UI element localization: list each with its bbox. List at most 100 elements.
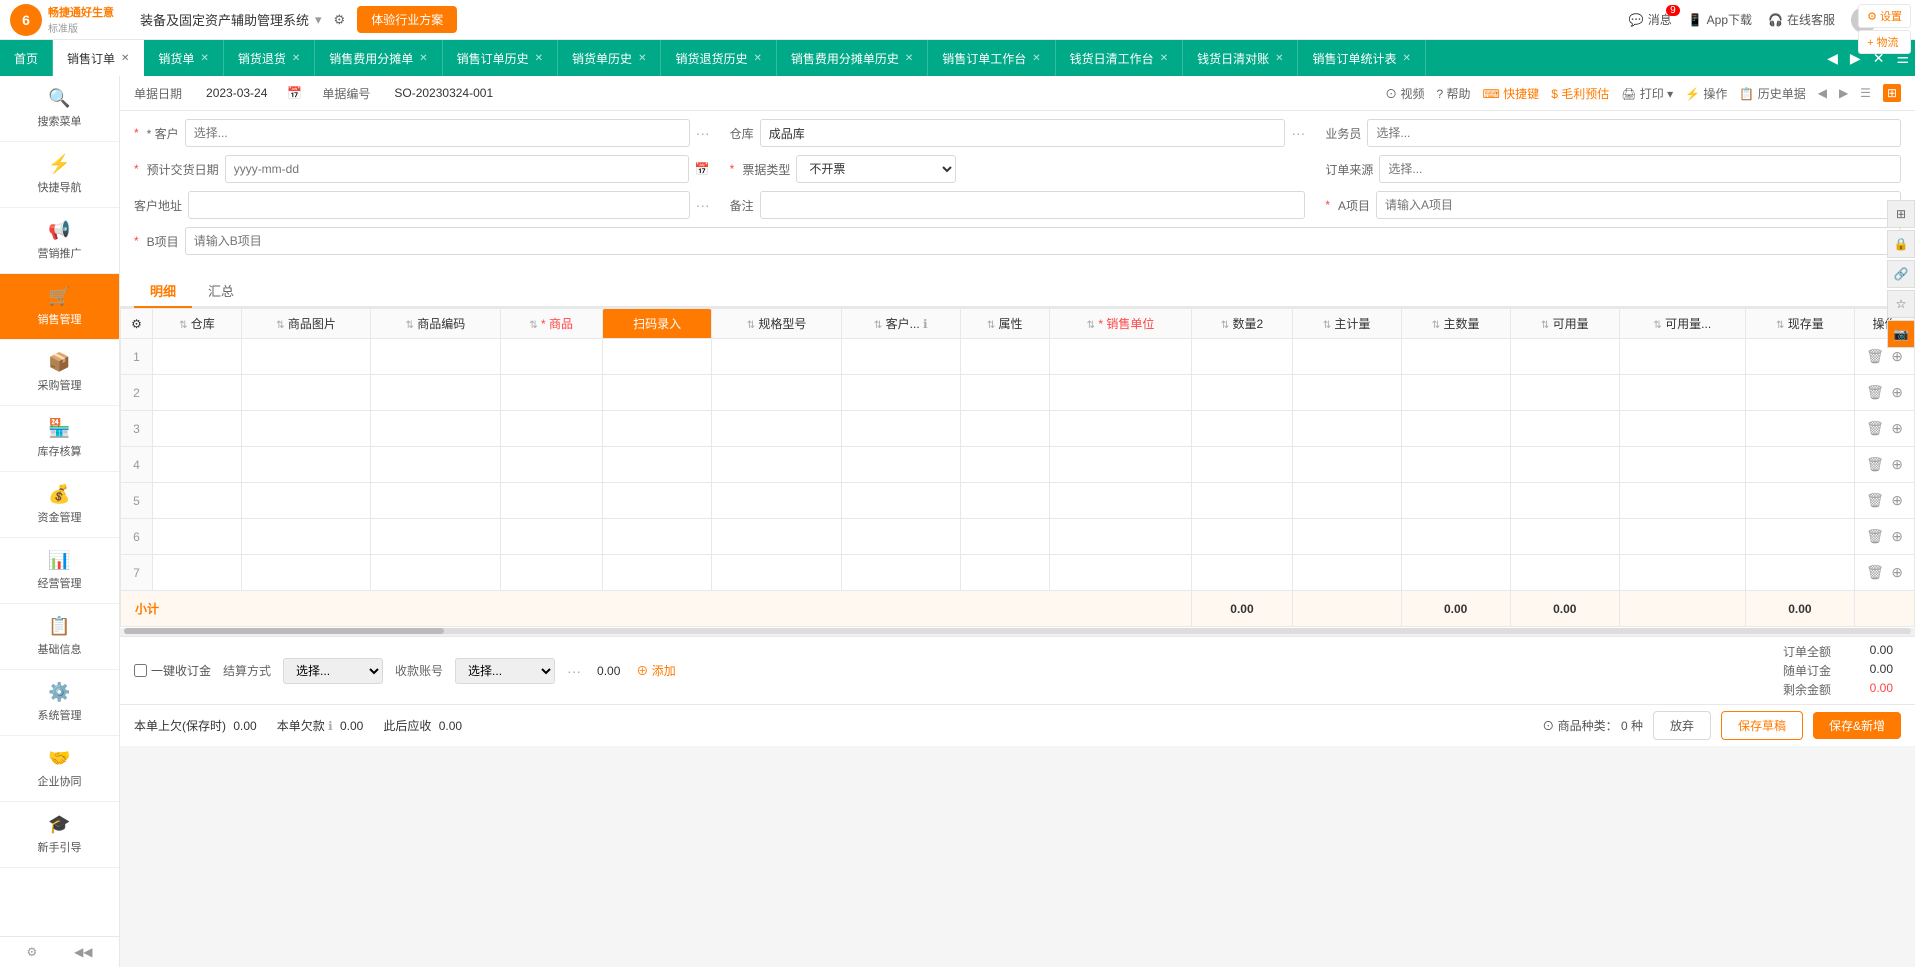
staff-input[interactable] (1367, 119, 1901, 147)
copy-row-btn[interactable]: ⊕ (1891, 528, 1903, 544)
sidebar-item-system[interactable]: ⚙️ 系统管理 (0, 670, 119, 736)
tab-close-icon[interactable]: ✕ (535, 53, 543, 64)
invoice-select[interactable]: 不开票 增值税专用发票 普通发票 (796, 155, 956, 183)
tab-close-icon[interactable]: ✕ (1275, 53, 1283, 64)
print-link[interactable]: 🖨 打印 ▾ (1621, 85, 1673, 102)
address-more-icon[interactable]: ··· (696, 197, 710, 213)
tab-close-icon[interactable]: ✕ (1403, 53, 1411, 64)
delete-row-btn[interactable]: 🗑 (1866, 348, 1884, 364)
profit-link[interactable]: $ 毛利预估 (1551, 85, 1609, 102)
tab-summary[interactable]: 汇总 (192, 275, 250, 308)
b-project-input[interactable] (185, 227, 1901, 255)
delete-row-btn[interactable]: 🗑 (1866, 456, 1884, 472)
tab-close-icon[interactable]: ✕ (638, 53, 646, 64)
delete-row-btn[interactable]: 🗑 (1866, 492, 1884, 508)
col-scan[interactable]: 扫码录入 (602, 309, 712, 339)
tab-order-workbench[interactable]: 销售订单工作台 ✕ (928, 40, 1055, 76)
float-btn-2[interactable]: 🔒 (1887, 230, 1915, 258)
cell-attr-1[interactable] (960, 339, 1049, 375)
sidebar-item-purchase[interactable]: 📦 采购管理 (0, 340, 119, 406)
tab-sales-return[interactable]: 销货退货 ✕ (224, 40, 315, 76)
col-settings[interactable]: ⚙ (121, 309, 153, 339)
video-link[interactable]: ⊙ 视频 (1385, 85, 1424, 102)
tab-sales-bill[interactable]: 销货单 ✕ (144, 40, 223, 76)
tab-close-icon[interactable]: ✕ (905, 53, 913, 64)
delivery-input[interactable] (225, 155, 689, 183)
next-doc-icon[interactable]: ▶ (1839, 86, 1848, 100)
sidebar-item-enterprise[interactable]: 🤝 企业协同 (0, 736, 119, 802)
sidebar-settings-icon[interactable]: ⚙ (26, 945, 37, 959)
float-btn-1[interactable]: ⊞ (1887, 200, 1915, 228)
cell-qty2-1[interactable] (1192, 339, 1292, 375)
sidebar-item-quick-nav[interactable]: ⚡ 快捷导航 (0, 142, 119, 208)
tab-detail[interactable]: 明细 (134, 275, 192, 308)
remark-input[interactable] (760, 191, 1306, 219)
online-service-btn[interactable]: 🎧 在线客服 (1768, 11, 1835, 28)
save-draft-btn[interactable]: 保存草稿 (1721, 711, 1803, 740)
cell-customer-code-1[interactable] (841, 339, 960, 375)
message-btn[interactable]: 💬 消息 9 (1629, 11, 1672, 28)
a-project-input[interactable] (1376, 191, 1901, 219)
delete-row-btn[interactable]: 🗑 (1866, 528, 1884, 544)
tab-order-history[interactable]: 销售订单历史 ✕ (443, 40, 558, 76)
history-link[interactable]: 📋 历史单据 (1739, 85, 1805, 102)
copy-row-btn[interactable]: ⊕ (1891, 456, 1903, 472)
table-scrollbar[interactable] (120, 628, 1915, 636)
nav-prev-btn[interactable]: ◀ (1821, 50, 1844, 67)
tab-close-icon[interactable]: ✕ (200, 53, 208, 64)
dropdown-arrow-icon[interactable]: ▾ (315, 12, 322, 28)
copy-row-btn[interactable]: ⊕ (1891, 420, 1903, 436)
tab-close-icon[interactable]: ✕ (1160, 53, 1168, 64)
tab-sales-fee[interactable]: 销售费用分摊单 ✕ (315, 40, 442, 76)
tab-fee-history[interactable]: 销售费用分摊单历史 ✕ (777, 40, 928, 76)
tab-sales-order[interactable]: 销售订单 ✕ (53, 40, 144, 76)
sidebar-collapse-icon[interactable]: ◀◀ (74, 945, 92, 959)
warehouse-input[interactable] (760, 119, 1286, 147)
sidebar-item-search[interactable]: 🔍 搜索菜单 (0, 76, 119, 142)
list-view-icon[interactable]: ☰ (1860, 86, 1871, 100)
cell-code-1[interactable] (371, 339, 500, 375)
delete-row-btn[interactable]: 🗑 (1866, 564, 1884, 580)
sidebar-item-guide[interactable]: 🎓 新手引导 (0, 802, 119, 868)
customer-more-icon[interactable]: ··· (696, 125, 710, 141)
tab-return-history[interactable]: 销货退货历史 ✕ (661, 40, 776, 76)
tab-close-icon[interactable]: ✕ (1032, 53, 1040, 64)
cell-product-1[interactable] (500, 339, 602, 375)
shortcut-link[interactable]: ⌨ 快捷键 (1483, 85, 1540, 102)
sidebar-item-basic-info[interactable]: 📋 基础信息 (0, 604, 119, 670)
sidebar-item-inventory[interactable]: 🏪 库存核算 (0, 406, 119, 472)
float-btn-5[interactable]: 📷 (1887, 320, 1915, 348)
tab-home[interactable]: 首页 (0, 40, 53, 76)
float-btn-4[interactable]: ☆ (1887, 290, 1915, 318)
one-click-label[interactable]: 一键收订金 (134, 662, 211, 679)
float-btn-3[interactable]: 🔗 (1887, 260, 1915, 288)
one-click-checkbox[interactable] (134, 664, 147, 677)
tab-stats[interactable]: 销售订单统计表 ✕ (1298, 40, 1425, 76)
cell-unit-1[interactable] (1049, 339, 1192, 375)
copy-row-btn[interactable]: ⊕ (1891, 348, 1903, 364)
payment-select[interactable]: 选择... (283, 658, 383, 684)
sidebar-item-operation[interactable]: 📊 经营管理 (0, 538, 119, 604)
sidebar-item-finance[interactable]: 💰 资金管理 (0, 472, 119, 538)
sidebar-item-marketing[interactable]: 📢 营销推广 (0, 208, 119, 274)
order-source-input[interactable] (1379, 155, 1901, 183)
tab-bill-history[interactable]: 销货单历史 ✕ (558, 40, 661, 76)
warehouse-more-icon[interactable]: ··· (1291, 125, 1305, 141)
copy-row-btn[interactable]: ⊕ (1891, 492, 1903, 508)
industry-btn[interactable]: 体验行业方案 (357, 6, 457, 33)
calendar-icon[interactable]: 📅 (287, 86, 302, 100)
address-input[interactable] (188, 191, 690, 219)
tab-daily-reconcile[interactable]: 钱货日清对账 ✕ (1183, 40, 1298, 76)
bank-select[interactable]: 选择... (455, 658, 555, 684)
delivery-calendar-icon[interactable]: 📅 (695, 162, 710, 176)
copy-row-btn[interactable]: ⊕ (1891, 564, 1903, 580)
tab-close-icon[interactable]: ✕ (121, 53, 129, 64)
settings-icon[interactable]: ⚙ (334, 12, 346, 28)
customer-input[interactable] (185, 119, 690, 147)
sidebar-item-sales[interactable]: 🛒 销售管理 (0, 274, 119, 340)
tab-close-icon[interactable]: ✕ (292, 53, 300, 64)
add-payment-btn[interactable]: ⊕ 添加 (636, 662, 675, 679)
delete-row-btn[interactable]: 🗑 (1866, 384, 1884, 400)
save-new-btn[interactable]: 保存&新增 (1813, 712, 1901, 739)
tab-close-icon[interactable]: ✕ (753, 53, 761, 64)
